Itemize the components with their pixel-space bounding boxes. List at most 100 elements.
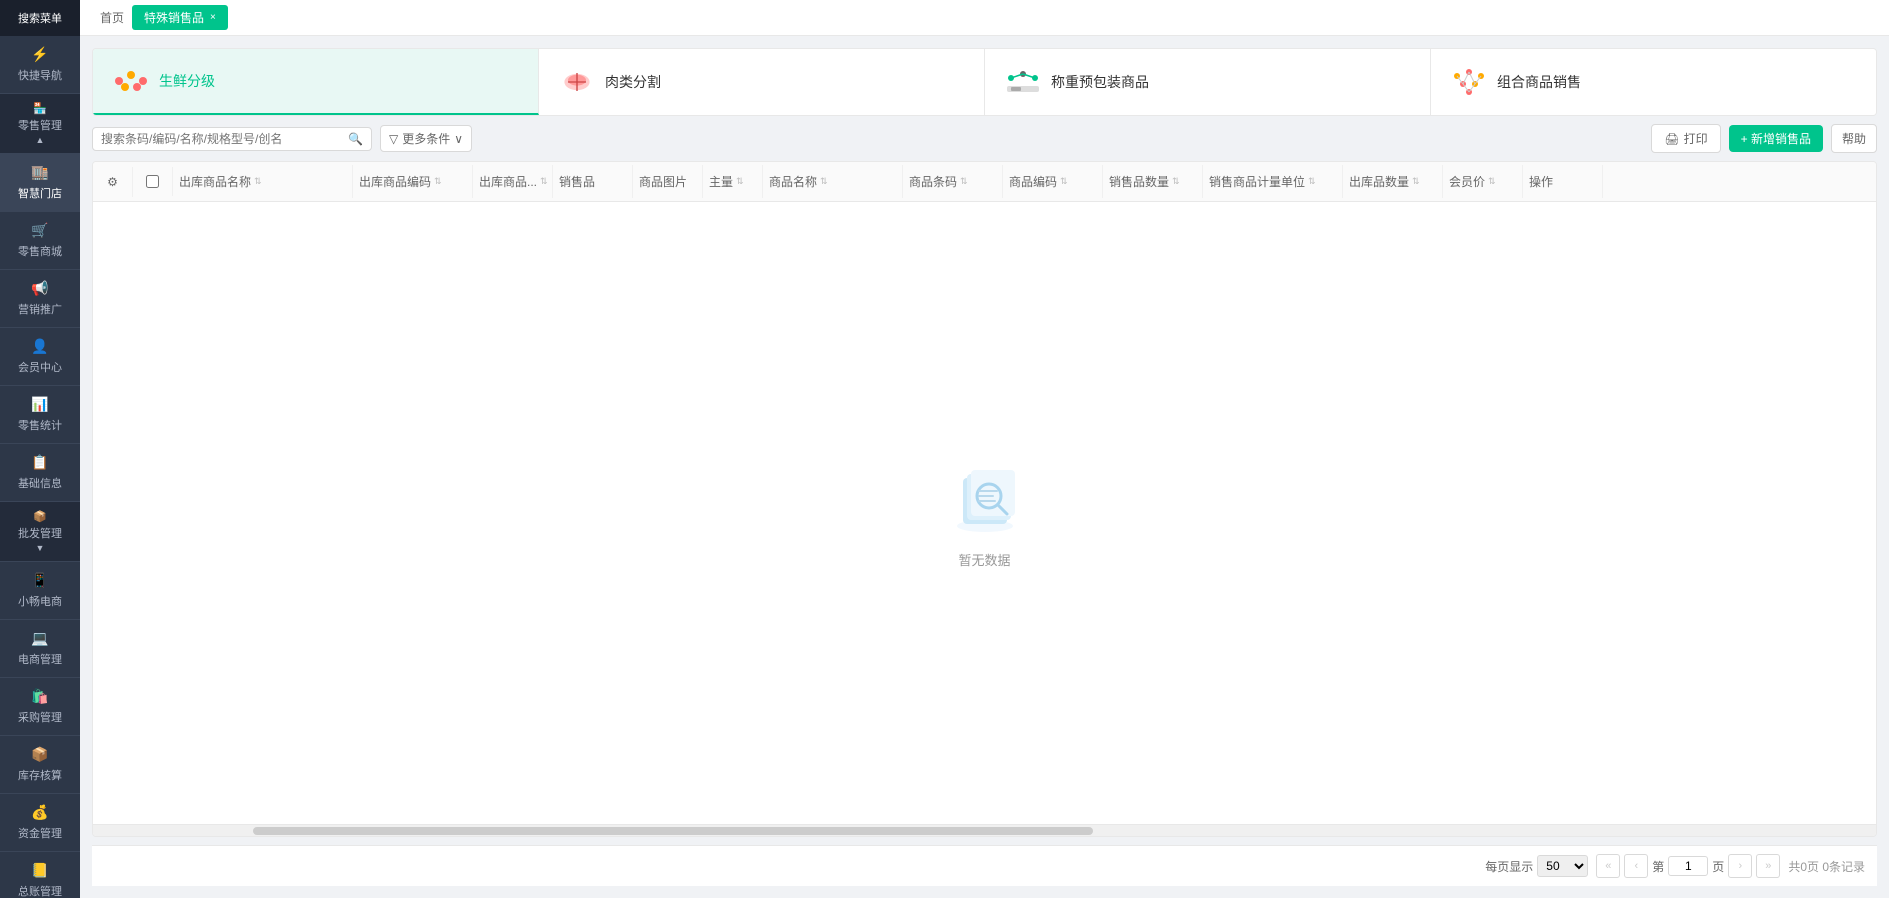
print-button[interactable]: 🖨 打印 [1651, 124, 1720, 153]
sidebar-item-retail-mall[interactable]: 🛒 零售商城 [0, 212, 80, 270]
sidebar-item-inventory[interactable]: 📦 库存核算 [0, 736, 80, 794]
sidebar: 搜索菜单 ⚡ 快捷导航 🏪 零售管理 ▲ 🏬 智慧门店 🛒 零售商城 📢 营销推… [0, 0, 80, 898]
th-label: 销售商品计量单位 [1209, 173, 1305, 190]
th-setting[interactable]: ⚙ [93, 167, 133, 197]
retail-mall-icon: 🛒 [31, 222, 48, 239]
tab-weight-prepack[interactable]: 称重预包装商品 [985, 49, 1431, 115]
th-checkbox[interactable] [133, 167, 173, 196]
close-tab-icon[interactable]: × [210, 12, 216, 23]
search-icon[interactable]: 🔍 [348, 132, 363, 146]
tab-fresh-grade[interactable]: 生鲜分级 [93, 49, 539, 115]
th-label: 商品名称 [769, 173, 817, 190]
empty-state: 暂无数据 [93, 202, 1876, 824]
th-sale-unit: 销售商品计量单位 ⇅ [1203, 165, 1343, 198]
sidebar-item-ecommerce[interactable]: 💻 电商管理 [0, 620, 80, 678]
select-all-checkbox[interactable] [146, 175, 159, 188]
home-link[interactable]: 首页 [92, 9, 132, 26]
per-page-select[interactable]: 50 10 20 100 [1537, 855, 1588, 877]
active-tab-label: 特殊销售品 [144, 9, 204, 26]
page-number-input[interactable] [1668, 856, 1708, 876]
next-page-button[interactable]: › [1728, 854, 1752, 878]
sidebar-item-purchase[interactable]: 🛍️ 采购管理 [0, 678, 80, 736]
add-button[interactable]: + 新增销售品 [1729, 125, 1823, 152]
ecommerce-icon: 💻 [31, 630, 48, 647]
th-label: 会员价 [1449, 173, 1485, 190]
th-outlet-name: 出库商品名称 ⇅ [173, 165, 353, 198]
sidebar-item-label: 总账管理 [18, 883, 62, 898]
scrollbar-thumb[interactable] [253, 827, 1093, 835]
sort-icon[interactable]: ⇅ [540, 176, 548, 187]
tab-meat-cut[interactable]: 肉类分割 [539, 49, 985, 115]
sidebar-logo: 搜索菜单 [0, 0, 80, 36]
sidebar-item-basic-info[interactable]: 📋 基础信息 [0, 444, 80, 502]
table-container: ⚙ 出库商品名称 ⇅ 出库商品编码 ⇅ 出库商品... ⇅ [92, 161, 1877, 837]
sidebar-section-retail[interactable]: 🏪 零售管理 ▲ [0, 94, 80, 154]
sidebar-item-member[interactable]: 👤 会员中心 [0, 328, 80, 386]
sidebar-item-marketing[interactable]: 📢 营销推广 [0, 270, 80, 328]
marketing-icon: 📢 [31, 280, 48, 297]
sort-icon[interactable]: ⇅ [434, 176, 442, 187]
sort-icon[interactable]: ⇅ [1308, 176, 1316, 187]
sort-icon[interactable]: ⇅ [1172, 176, 1180, 187]
th-label: 商品编码 [1009, 173, 1057, 190]
sidebar-item-label: 基础信息 [18, 475, 62, 491]
combo-sales-icon [1451, 64, 1487, 100]
sidebar-item-smart-store[interactable]: 🏬 智慧门店 [0, 154, 80, 212]
sort-icon[interactable]: ⇅ [820, 176, 828, 187]
sort-icon[interactable]: ⇅ [254, 176, 262, 187]
weight-prepack-icon [1005, 64, 1041, 100]
th-product-img: 商品图片 [633, 165, 703, 198]
sidebar-item-label: 会员中心 [18, 359, 62, 375]
last-page-button[interactable]: » [1756, 854, 1780, 878]
sidebar-item-quick-nav[interactable]: ⚡ 快捷导航 [0, 36, 80, 94]
prev-page-button[interactable]: ‹ [1624, 854, 1648, 878]
combo-sales-label: 组合商品销售 [1497, 72, 1581, 92]
retail-expand-icon: ▲ [36, 135, 45, 145]
table-header: ⚙ 出库商品名称 ⇅ 出库商品编码 ⇅ 出库商品... ⇅ [93, 162, 1876, 202]
next-page-icon: › [1738, 860, 1742, 872]
sidebar-section-wholesale[interactable]: 📦 批发管理 ▼ [0, 502, 80, 562]
first-page-button[interactable]: « [1596, 854, 1620, 878]
tab-combo-sales[interactable]: 组合商品销售 [1431, 49, 1876, 115]
per-page-label: 每页显示 [1485, 858, 1533, 875]
sort-icon[interactable]: ⇅ [1412, 176, 1420, 187]
topbar: 首页 特殊销售品 × [80, 0, 1889, 36]
search-input[interactable] [101, 132, 344, 146]
sort-icon[interactable]: ⇅ [736, 176, 744, 187]
sort-icon[interactable]: ⇅ [960, 176, 968, 187]
pagination: 每页显示 50 10 20 100 « ‹ 第 页 › [92, 845, 1877, 886]
member-icon: 👤 [31, 338, 48, 355]
setting-icon: ⚙ [107, 175, 118, 189]
active-tab[interactable]: 特殊销售品 × [132, 5, 228, 30]
search-box[interactable]: 🔍 [92, 127, 372, 151]
th-product-code: 商品编码 ⇅ [1003, 165, 1103, 198]
sort-icon[interactable]: ⇅ [1488, 176, 1496, 187]
sort-icon[interactable]: ⇅ [1060, 176, 1068, 187]
last-page-icon: » [1765, 860, 1771, 872]
sidebar-item-label: 库存核算 [18, 767, 62, 783]
sidebar-item-label: 零售管理 [18, 117, 62, 133]
sidebar-item-retail-stats[interactable]: 📊 零售统计 [0, 386, 80, 444]
purchase-icon: 🛍️ [31, 688, 48, 705]
main-content: 首页 特殊销售品 × 生鲜分级 [80, 0, 1889, 898]
th-label: 出库品数量 [1349, 173, 1409, 190]
sidebar-item-general-ledger[interactable]: 📒 总账管理 [0, 852, 80, 898]
th-label: 商品图片 [639, 173, 687, 190]
sidebar-item-micro-shop[interactable]: 📱 小畅电商 [0, 562, 80, 620]
th-sale-item: 销售品 [553, 165, 633, 198]
first-page-icon: « [1605, 860, 1611, 872]
th-label: 出库商品名称 [179, 173, 251, 190]
th-weight: 主量 ⇅ [703, 165, 763, 198]
filter-button[interactable]: ▽ 更多条件 ∨ [380, 125, 472, 152]
horizontal-scrollbar[interactable] [93, 824, 1876, 836]
th-outlet-code: 出库商品编码 ⇅ [353, 165, 473, 198]
sidebar-item-label: 营销推广 [18, 301, 62, 317]
meat-cut-icon [559, 64, 595, 100]
sidebar-item-label: 小畅电商 [18, 593, 62, 609]
help-button[interactable]: 帮助 [1831, 124, 1877, 153]
help-label: 帮助 [1842, 132, 1866, 146]
general-ledger-icon: 📒 [31, 862, 48, 879]
sidebar-item-label: 快捷导航 [18, 67, 62, 83]
sidebar-item-finance[interactable]: 💰 资金管理 [0, 794, 80, 852]
th-product-name: 商品名称 ⇅ [763, 165, 903, 198]
